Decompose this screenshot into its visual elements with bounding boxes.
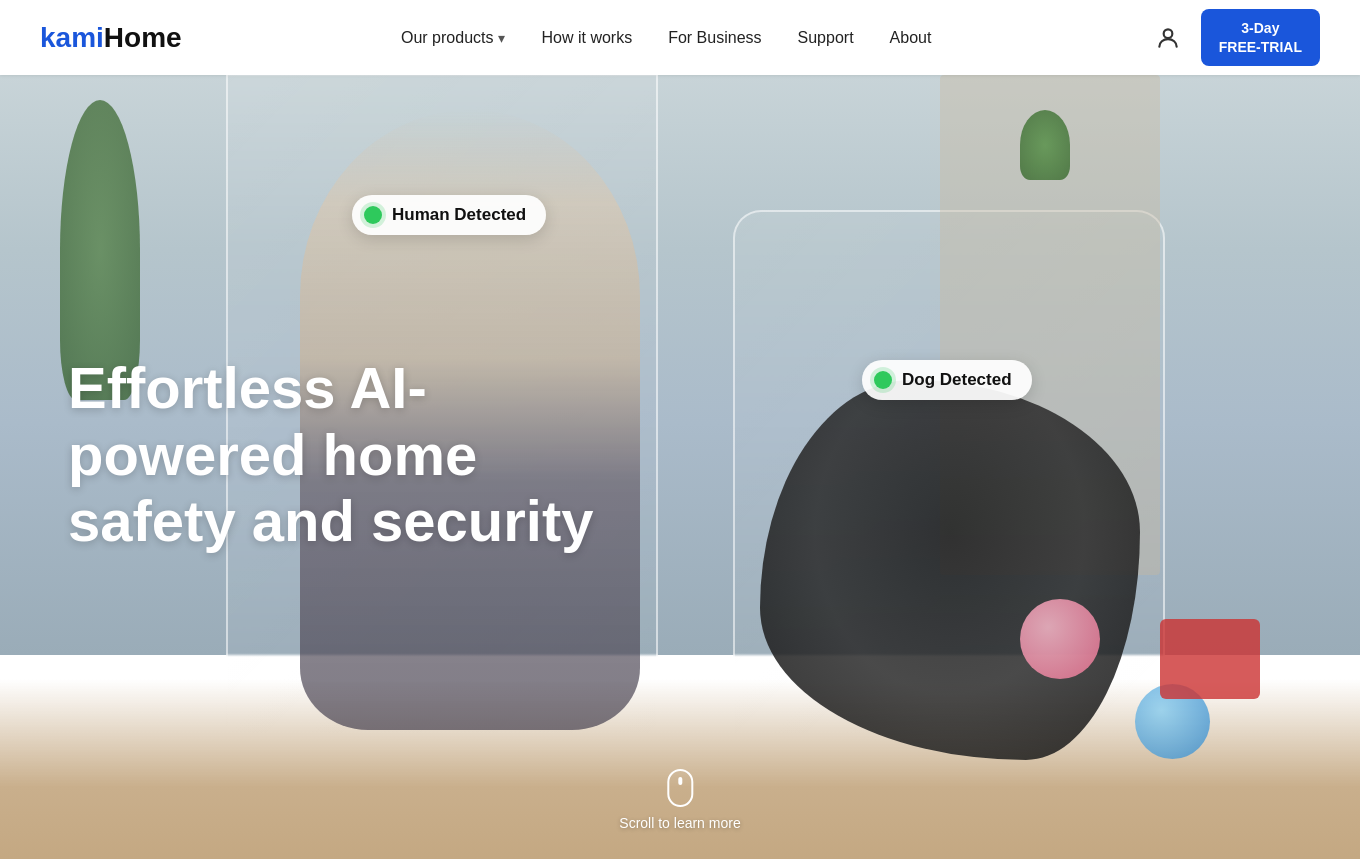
free-trial-button[interactable]: 3-Day FREE-TRIAL [1201, 9, 1320, 65]
nav-products-link[interactable]: Our products [401, 29, 493, 47]
free-trial-line2: FREE-TRIAL [1219, 39, 1302, 55]
nav-for-business-link[interactable]: For Business [668, 29, 761, 46]
nav-support[interactable]: Support [798, 29, 854, 47]
human-badge-dot [364, 206, 382, 224]
hero-content: Human Detected Dog Detected Effortless A… [0, 75, 1360, 859]
navbar: kamiHome Our products ▾ How it works For… [0, 0, 1360, 75]
dog-badge-dot [874, 371, 892, 389]
chevron-down-icon: ▾ [498, 30, 505, 46]
headline-text: Effortless AI-powered homesafety and sec… [68, 355, 593, 553]
nav-support-link[interactable]: Support [798, 29, 854, 46]
svg-point-0 [1163, 29, 1172, 38]
nav-right: 3-Day FREE-TRIAL [1151, 9, 1320, 65]
scroll-mouse-icon [667, 769, 693, 807]
nav-how-it-works[interactable]: How it works [541, 29, 632, 47]
scroll-indicator: Scroll to learn more [619, 769, 740, 831]
nav-for-business[interactable]: For Business [668, 29, 761, 47]
logo-home: Home [104, 22, 182, 54]
logo-kami: kami [40, 22, 104, 54]
dog-detected-badge: Dog Detected [862, 360, 1032, 400]
hero-headline: Effortless AI-powered homesafety and sec… [68, 355, 658, 555]
free-trial-line1: 3-Day [1241, 20, 1279, 36]
logo[interactable]: kamiHome [40, 22, 182, 54]
human-detected-badge: Human Detected [352, 195, 546, 235]
nav-how-it-works-link[interactable]: How it works [541, 29, 632, 46]
nav-about[interactable]: About [890, 29, 932, 47]
scroll-label: Scroll to learn more [619, 815, 740, 831]
nav-links: Our products ▾ How it works For Business… [401, 29, 931, 47]
human-badge-text: Human Detected [392, 205, 526, 225]
scroll-wheel [678, 777, 682, 785]
dog-badge-text: Dog Detected [902, 370, 1012, 390]
user-icon[interactable] [1151, 21, 1185, 55]
nav-products[interactable]: Our products ▾ [401, 29, 505, 47]
nav-about-link[interactable]: About [890, 29, 932, 46]
